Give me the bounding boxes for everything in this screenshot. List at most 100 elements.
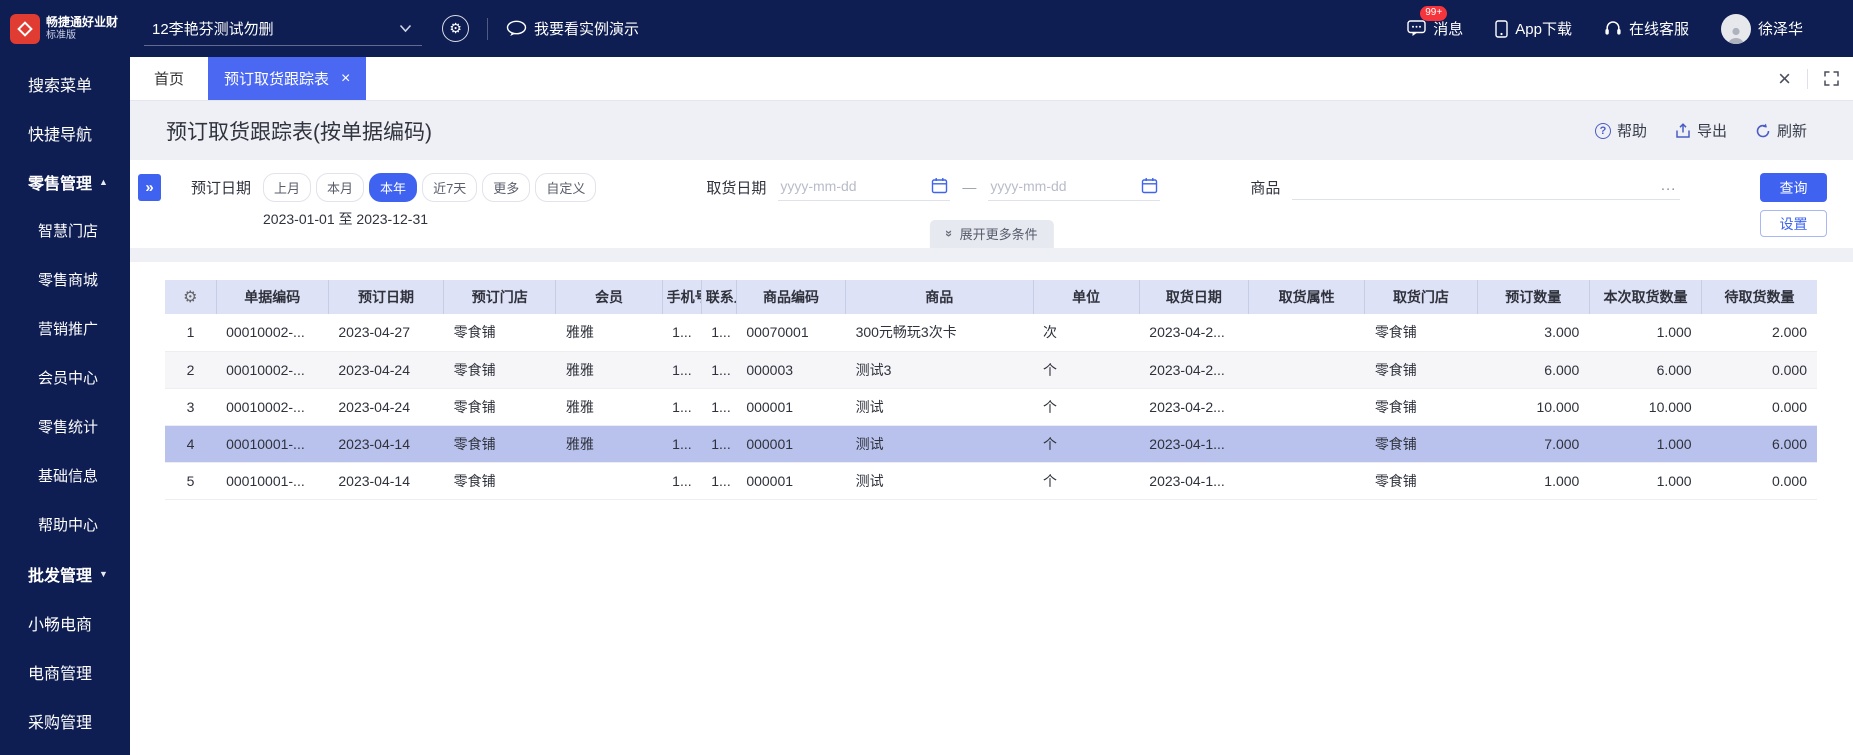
gear-icon: ⚙	[449, 20, 462, 36]
search-button[interactable]: 查询	[1760, 173, 1827, 202]
cell-order-store: 零食铺	[443, 314, 556, 352]
fullscreen-icon[interactable]	[1824, 71, 1839, 86]
messages-button[interactable]: 99+ 消息	[1407, 6, 1463, 39]
sidebar-item-ecommerce-management[interactable]: 电商管理	[0, 647, 130, 696]
sidebar-item-label: 基础信息	[38, 468, 99, 485]
order-date-range-value: 2023-01-01 至 2023-12-31	[263, 211, 429, 227]
column-header-product-code[interactable]: 商品编码	[736, 280, 847, 314]
tab-home[interactable]: 首页	[130, 57, 208, 100]
sidebar-item-basic-info[interactable]: 基础信息	[0, 451, 130, 500]
topbar-divider	[487, 17, 488, 40]
user-name: 徐泽华	[1757, 21, 1803, 38]
column-header-product[interactable]: 商品	[845, 280, 1034, 314]
cell-order-qty: 3.000	[1477, 314, 1590, 352]
sidebar-item-retail-stats[interactable]: 零售统计	[0, 402, 130, 451]
sidebar-item-wholesale-management[interactable]: 批发管理 ▼	[0, 549, 130, 598]
column-header-order-store[interactable]: 预订门店	[443, 280, 557, 314]
column-header-order-qty[interactable]: 预订数量	[1477, 280, 1590, 314]
export-button[interactable]: 导出	[1675, 120, 1727, 141]
table-row[interactable]: 1 00010002-... 2023-04-27 零食铺 雅雅 1... 1... 0007…	[165, 314, 1817, 352]
column-header-pending-qty[interactable]: 待取货数量	[1701, 280, 1817, 314]
app-download-button[interactable]: App下载	[1495, 18, 1572, 39]
product-input[interactable]	[1296, 177, 1661, 193]
sidebar-item-label: 帮助中心	[38, 517, 99, 534]
column-header-pickup-store[interactable]: 取货门店	[1364, 280, 1478, 314]
range-pill-this-year[interactable]: 本年	[369, 173, 418, 202]
column-header-phone[interactable]: 手机号	[662, 280, 702, 314]
cell-contact-phone: 1...	[701, 462, 737, 500]
pickup-date-end[interactable]	[988, 173, 1161, 201]
calendar-icon[interactable]	[931, 177, 948, 194]
topbar-settings-button[interactable]: ⚙	[442, 15, 469, 42]
pickup-date-filter: 取货日期 —	[706, 173, 1161, 201]
tab-home-label: 首页	[154, 71, 185, 88]
online-service-button[interactable]: 在线客服	[1604, 18, 1689, 39]
close-panel-icon[interactable]: ×	[1778, 67, 1791, 90]
sidebar-item-quick-nav[interactable]: 快捷导航	[0, 108, 130, 157]
cell-contact-phone: 1...	[701, 425, 737, 463]
cell-phone: 1...	[662, 425, 702, 463]
column-header-order-date[interactable]: 预订日期	[328, 280, 445, 314]
sidebar-item-marketing-promo[interactable]: 营销推广	[0, 304, 130, 353]
titlebar: 预订取货跟踪表(按单据编码) ? 帮助 导出 刷新	[130, 101, 1853, 160]
range-pill-this-month[interactable]: 本月	[316, 173, 365, 202]
sidebar-item-help-center[interactable]: 帮助中心	[0, 500, 130, 549]
cell-order-date: 2023-04-24	[328, 351, 444, 389]
calendar-icon[interactable]	[1141, 177, 1158, 194]
range-pill-last-7-days[interactable]: 近7天	[422, 173, 478, 202]
column-header-pickup-date[interactable]: 取货日期	[1139, 280, 1250, 314]
sidebar-item-search-menu[interactable]: 搜索菜单	[0, 59, 130, 108]
collapse-filters-button[interactable]: »	[138, 174, 161, 201]
sidebar-item-retail-management[interactable]: 零售管理 ▲	[0, 157, 130, 206]
sidebar-item-procurement-management[interactable]: 采购管理	[0, 696, 130, 745]
product-picker-button[interactable]: ...	[1661, 178, 1677, 193]
demo-link[interactable]: 我要看实例演示	[506, 18, 639, 39]
table-row[interactable]: 4 00010001-... 2023-04-14 零食铺 雅雅 1... 1... 0000…	[165, 425, 1817, 463]
cell-doc-code: 00010001-...	[216, 462, 329, 500]
product-input-wrap: ...	[1292, 173, 1681, 200]
range-pill-last-month[interactable]: 上月	[263, 173, 312, 202]
column-header-contact-phone[interactable]: 联系人电话	[701, 280, 737, 314]
pickup-date-start[interactable]	[778, 173, 951, 201]
cell-phone: 1...	[662, 351, 702, 389]
column-header-member[interactable]: 会员	[555, 280, 663, 314]
app-download-label: App下载	[1515, 21, 1572, 38]
column-header-current-pickup-qty[interactable]: 本次取货数量	[1589, 280, 1703, 314]
cell-order-date: 2023-04-14	[328, 462, 444, 500]
column-header-pickup-attr[interactable]: 取货属性	[1248, 280, 1366, 314]
cell-pending-qty: 0.000	[1701, 462, 1817, 500]
cell-current-pickup-qty: 10.000	[1589, 388, 1702, 426]
column-header-unit[interactable]: 单位	[1033, 280, 1140, 314]
range-pill-more[interactable]: 更多	[482, 173, 531, 202]
cell-doc-code: 00010001-...	[216, 425, 329, 463]
settings-button[interactable]: 设置	[1760, 210, 1827, 237]
expand-more-button[interactable]: » 展开更多条件	[929, 220, 1054, 248]
tab-pickup-tracking[interactable]: 预订取货跟踪表 ×	[208, 57, 367, 100]
column-header-doc-code[interactable]: 单据编码	[216, 280, 329, 314]
sidebar-item-retail-mall[interactable]: 零售商城	[0, 255, 130, 304]
help-button[interactable]: ? 帮助	[1594, 120, 1647, 141]
refresh-label: 刷新	[1776, 123, 1807, 140]
range-pill-custom[interactable]: 自定义	[535, 173, 597, 202]
topbar: 畅捷通好业财 标准版 12李艳芬测试勿删 ⚙ 我要看实例演示 99+ 消息 Ap…	[0, 0, 1853, 57]
table-column-settings-button[interactable]: ⚙	[165, 280, 217, 314]
sidebar-item-xiaochang-ecommerce[interactable]: 小畅电商	[0, 598, 130, 647]
cell-order-store: 零食铺	[443, 462, 556, 500]
table-row[interactable]: 5 00010001-... 2023-04-14 零食铺 1... 1... 000001…	[165, 462, 1817, 500]
sidebar-item-member-center[interactable]: 会员中心	[0, 353, 130, 402]
refresh-button[interactable]: 刷新	[1755, 120, 1807, 141]
table-row[interactable]: 2 00010002-... 2023-04-24 零食铺 雅雅 1... 1... 0000…	[165, 351, 1817, 389]
phone-icon	[1495, 19, 1508, 38]
pickup-date-start-input[interactable]	[780, 177, 926, 194]
cell-current-pickup-qty: 1.000	[1589, 462, 1702, 500]
org-selector[interactable]: 12李艳芬测试勿删	[144, 12, 422, 46]
tabbar-separator	[1807, 68, 1808, 89]
row-index: 4	[165, 425, 217, 463]
table-row[interactable]: 3 00010002-... 2023-04-24 零食铺 雅雅 1... 1... 0000…	[165, 388, 1817, 426]
cell-product-code: 000001	[736, 462, 846, 500]
cell-order-date: 2023-04-24	[328, 388, 444, 426]
user-menu[interactable]: 徐泽华	[1720, 13, 1803, 44]
tab-close-icon[interactable]: ×	[341, 70, 350, 87]
pickup-date-end-input[interactable]	[990, 177, 1136, 194]
sidebar-item-smart-store[interactable]: 智慧门店	[0, 206, 130, 255]
